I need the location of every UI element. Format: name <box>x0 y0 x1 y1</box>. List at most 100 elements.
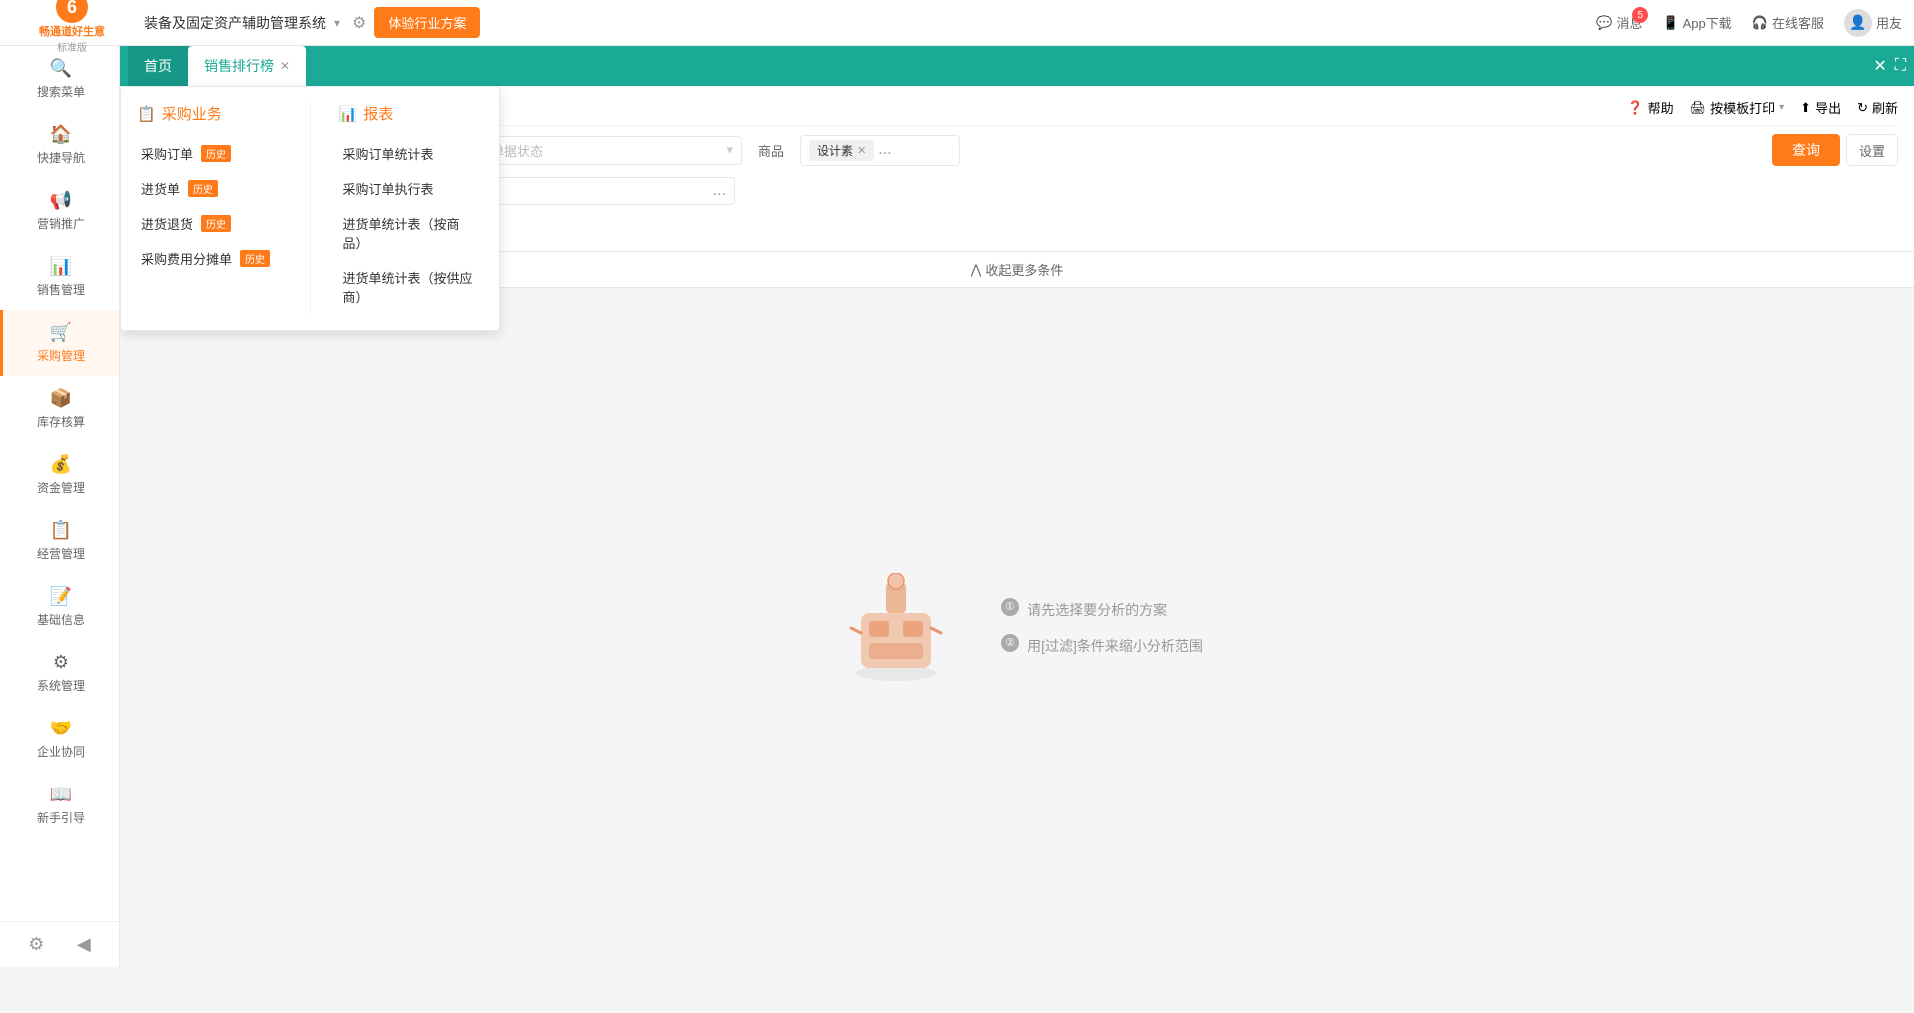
print-icon: 🖨 <box>1690 100 1707 116</box>
sidebar-item-enterprise[interactable]: 🤝 企业协同 <box>0 706 119 772</box>
tab-close-icon[interactable]: ✕ <box>280 59 290 73</box>
print-button[interactable]: 🖨 按模板打印 ▾ <box>1690 98 1785 117</box>
goods-label: 商品 <box>758 141 784 160</box>
sidebar-item-inventory[interactable]: 📦 库存核算 <box>0 376 119 442</box>
empty-svg <box>831 573 961 683</box>
sidebar-label-sales: 销售管理 <box>37 281 85 298</box>
sidebar-icon-search-menu: 🔍 <box>50 58 72 79</box>
sales-rank-tab-label: 销售排行榜 <box>204 56 274 76</box>
sidebar-item-system[interactable]: ⚙ 系统管理 <box>0 640 119 706</box>
tab-sales-rank[interactable]: 销售排行榜 ✕ <box>188 46 306 86</box>
mobile-icon: 📱 <box>1662 15 1678 31</box>
empty-state-container: ① 请先选择要分析的方案 ② 用[过滤]条件来缩小分析范围 <box>831 573 1203 683</box>
sidebar-icon-operations: 📋 <box>50 520 72 541</box>
sidebar-icon-system: ⚙ <box>53 652 69 673</box>
sidebar-item-sales[interactable]: 📊销售管理 <box>0 244 119 310</box>
history-badge: 历史 <box>240 250 270 267</box>
message-button[interactable]: 💬 消息 5 <box>1596 13 1642 32</box>
help-icon: ❓ <box>1627 100 1643 116</box>
sidebar-item-quick-nav[interactable]: 🏠 快捷导航 <box>0 112 119 178</box>
top-bar: 6 畅通道好生意 标准版 装备及固定资产辅助管理系统 ▾ ⚙ 体验行业方案 💬 … <box>0 0 1914 46</box>
content-area: 首页 销售排行榜 ✕ ✕ ⛶ 📋 采购业务 采购订单历史进货单历史进货退货 <box>120 46 1914 967</box>
sidebar-item-marketing[interactable]: 📢 营销推广 <box>0 178 119 244</box>
sidebar-label-inventory: 库存核算 <box>37 413 85 430</box>
sidebar-item-operations[interactable]: 📋经营管理 <box>0 508 119 574</box>
logo-icon: 6 <box>56 0 88 23</box>
dropdown-arrow[interactable]: ▾ <box>334 16 340 30</box>
brand-name: 畅通道好生意 <box>39 23 105 39</box>
goods-ellipsis[interactable]: ... <box>878 141 891 159</box>
menu-business-item[interactable]: 进货单历史 <box>137 171 282 206</box>
gear-settings[interactable]: ⚙ <box>352 13 366 33</box>
message-badge: 5 <box>1632 7 1648 23</box>
menu-business-item[interactable]: 采购订单历史 <box>137 136 282 171</box>
tab-close-window-icon[interactable]: ✕ <box>1873 56 1886 76</box>
home-tab-label: 首页 <box>144 56 172 76</box>
purchase-dropdown-menu: 📋 采购业务 采购订单历史进货单历史进货退货历史采购费用分摊单历史 📊 报表 采… <box>120 86 500 331</box>
sidebar-label-marketing: 营销推广 <box>37 215 85 232</box>
sidebar-label-search-menu: 搜索菜单 <box>37 83 85 100</box>
system-title-area: 装备及固定资产辅助管理系统 ▾ ⚙ 体验行业方案 <box>132 7 1596 38</box>
doc-status-select[interactable]: 单据状态 ▾ <box>482 136 742 165</box>
sidebar-item-purchase[interactable]: 🛒采购管理 <box>0 310 119 376</box>
search-actions: 查询 设置 <box>1772 134 1898 166</box>
sidebar-label-basic-info: 基础信息 <box>37 611 85 628</box>
sidebar-label-quick-nav: 快捷导航 <box>37 149 85 166</box>
sidebar-label-guide: 新手引导 <box>37 809 85 826</box>
menu-report-item[interactable]: 采购订单执行表 <box>339 171 484 206</box>
main-content-empty: ① 请先选择要分析的方案 ② 用[过滤]条件来缩小分析范围 <box>120 288 1914 967</box>
sidebar-icon-inventory: 📦 <box>50 388 72 409</box>
setting-button[interactable]: 设置 <box>1846 134 1898 166</box>
industry-solution-button[interactable]: 体验行业方案 <box>374 7 480 38</box>
menu-divider <box>310 103 311 314</box>
hint-num-1: ① <box>1001 598 1019 616</box>
menu-business-item[interactable]: 进货退货历史 <box>137 206 282 241</box>
app-download-button[interactable]: 📱 App下载 <box>1662 13 1731 32</box>
menu-business-item[interactable]: 采购费用分摊单历史 <box>137 241 282 276</box>
sidebar-item-guide[interactable]: 📖 新手引导 <box>0 772 119 838</box>
hint-item-2: ② 用[过滤]条件来缩小分析范围 <box>1001 632 1203 660</box>
tab-fullscreen-icon[interactable]: ⛶ <box>1895 57 1906 75</box>
refresh-icon: ↻ <box>1857 100 1868 116</box>
sidebar-icon-enterprise: 🤝 <box>50 718 72 739</box>
sidebar-icon-finance: 💰 <box>50 454 72 475</box>
help-button[interactable]: ❓ 帮助 <box>1627 98 1673 117</box>
history-badge: 历史 <box>201 215 231 232</box>
sidebar-item-search-menu[interactable]: 🔍 搜索菜单 <box>0 46 119 112</box>
sidebar-item-finance[interactable]: 💰资金管理 <box>0 442 119 508</box>
goods-tag-close[interactable]: ✕ <box>857 144 866 157</box>
salesperson-ellipsis[interactable]: ... <box>713 182 726 200</box>
sidebar-item-basic-info[interactable]: 📝基础信息 <box>0 574 119 640</box>
search-button[interactable]: 查询 <box>1772 134 1840 166</box>
history-badge: 历史 <box>201 145 231 162</box>
sidebar-icon-purchase: 🛒 <box>50 322 72 343</box>
sidebar-label-enterprise: 企业协同 <box>37 743 85 760</box>
sidebar-label-system: 系统管理 <box>37 677 85 694</box>
menu-column-business: 📋 采购业务 采购订单历史进货单历史进货退货历史采购费用分摊单历史 <box>137 103 282 314</box>
goods-select[interactable]: 设计素 ✕ ... <box>800 135 960 166</box>
report-icon: 📊 <box>339 105 358 123</box>
sidebar-settings-icon[interactable]: ⚙ <box>28 934 44 955</box>
menu-report-item[interactable]: 进货单统计表（按商品） <box>339 206 484 260</box>
sidebar-icon-marketing: 📢 <box>50 190 72 211</box>
sidebar-icon-quick-nav: 🏠 <box>50 124 72 145</box>
hint-text-2: 用[过滤]条件来缩小分析范围 <box>1027 632 1203 660</box>
sidebar-collapse-icon[interactable]: ◀ <box>77 934 91 955</box>
tab-home[interactable]: 首页 <box>128 46 188 86</box>
menu-report-item[interactable]: 进货单统计表（按供应商） <box>339 260 484 314</box>
menu-report-item[interactable]: 采购订单统计表 <box>339 136 484 171</box>
export-button[interactable]: ⬆ 导出 <box>1800 98 1841 117</box>
business-items: 采购订单历史进货单历史进货退货历史采购费用分摊单历史 <box>137 136 282 276</box>
business-icon: 📋 <box>137 105 156 123</box>
print-dropdown-arrow[interactable]: ▾ <box>1779 102 1784 113</box>
collapse-icon: ⋀ <box>971 262 982 278</box>
user-menu[interactable]: 👤 用友 <box>1844 9 1902 37</box>
online-service-button[interactable]: 🎧 在线客服 <box>1752 13 1824 32</box>
hint-text-1: 请先选择要分析的方案 <box>1027 596 1167 624</box>
top-nav-actions: 💬 消息 5 📱 App下载 🎧 在线客服 👤 用友 <box>1596 9 1902 37</box>
salesperson-select[interactable]: ... <box>475 177 735 205</box>
sidebar-icon-guide: 📖 <box>50 784 72 805</box>
logo-area: 6 畅通道好生意 标准版 <box>12 0 132 54</box>
refresh-button[interactable]: ↻ 刷新 <box>1857 98 1898 117</box>
report-items: 采购订单统计表采购订单执行表进货单统计表（按商品）进货单统计表（按供应商） <box>339 136 484 314</box>
